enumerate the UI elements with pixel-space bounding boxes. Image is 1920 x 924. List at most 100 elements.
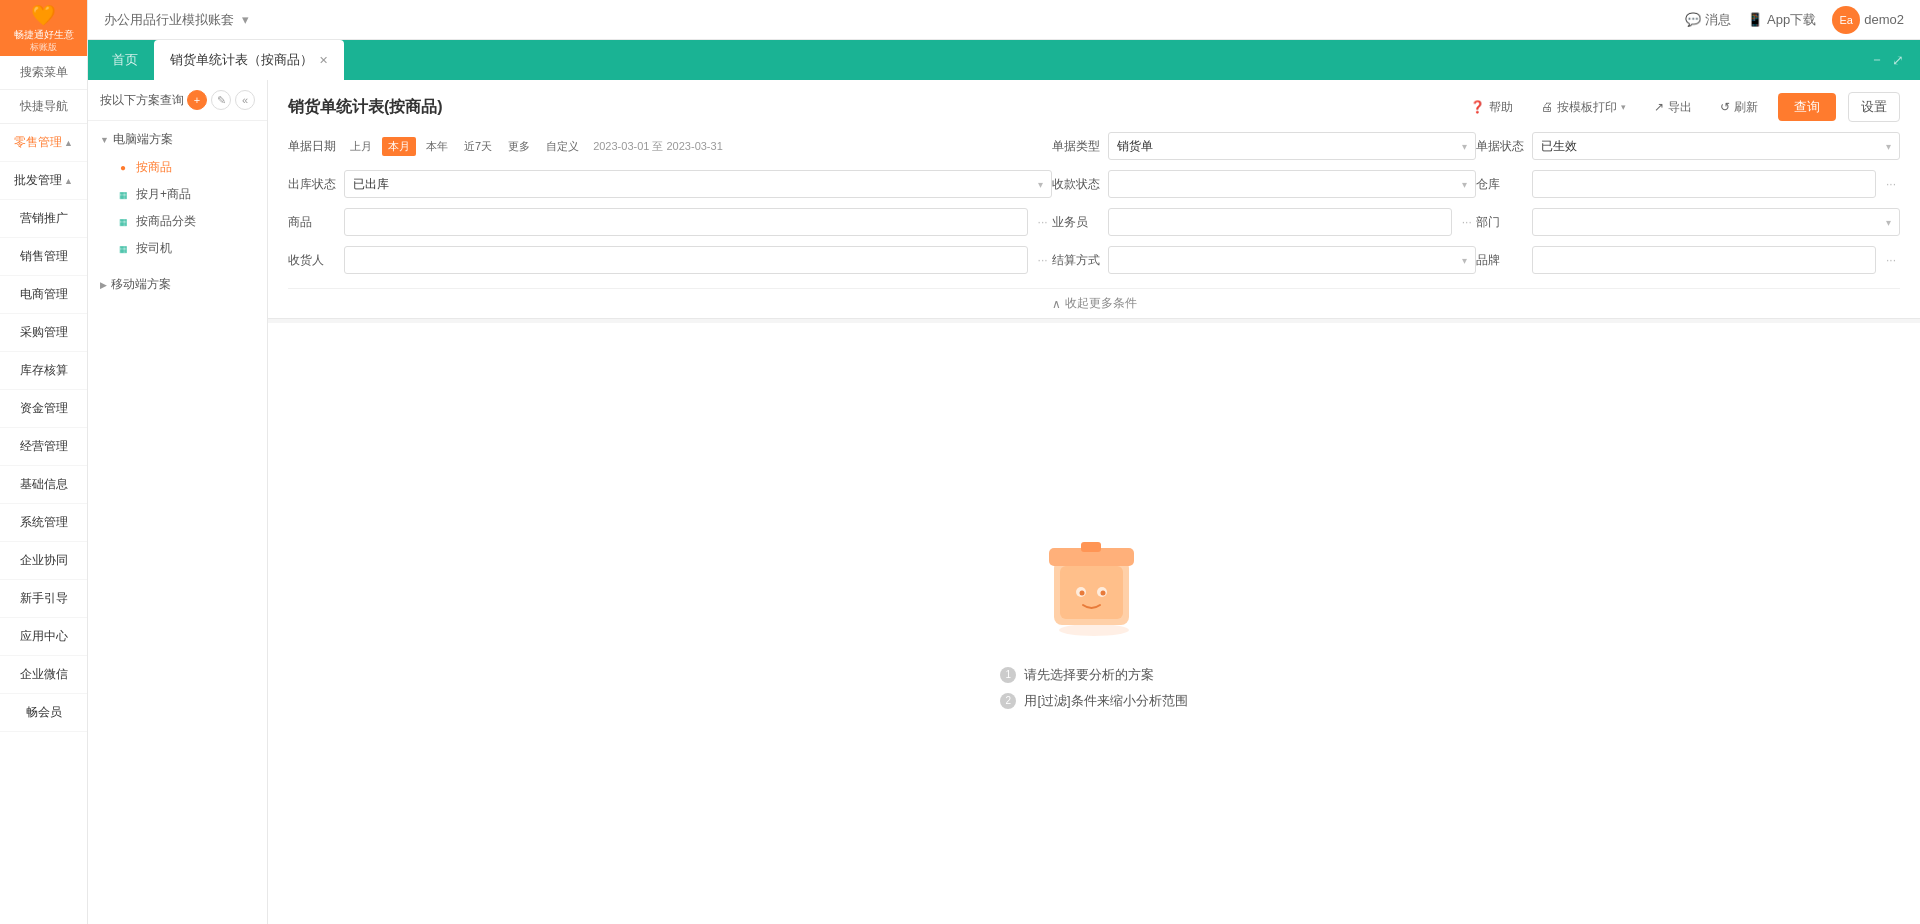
user-avatar: Ea — [1832, 6, 1860, 34]
warehouse-label: 仓库 — [1476, 176, 1526, 193]
sidebar-item-wechat[interactable]: 企业微信 — [0, 656, 87, 694]
print-btn[interactable]: 🖨 按模板打印 ▾ — [1533, 95, 1634, 120]
brand-more-icon[interactable]: ··· — [1882, 253, 1900, 267]
scheme-active-icon: ● — [116, 161, 130, 175]
sidebar-item-wholesale[interactable]: 批发管理 ▲ — [0, 162, 87, 200]
date-btn-custom[interactable]: 自定义 — [540, 137, 585, 156]
main-area: 办公用品行业模拟账套 ▾ 💬 消息 📱 App下载 Ea demo2 首页 — [88, 0, 1920, 924]
sidebar-item-operation[interactable]: 经营管理 — [0, 428, 87, 466]
doc-status-value: 已生效 — [1541, 138, 1577, 155]
date-btn-more[interactable]: 更多 — [502, 137, 536, 156]
filter-row-1: 单据日期 上月 本月 本年 近7天 更多 自定义 20 — [288, 132, 1900, 160]
dept-select[interactable]: ▾ — [1532, 208, 1900, 236]
mobile-section-header[interactable]: ▶ 移动端方案 — [88, 270, 267, 299]
help-btn[interactable]: ❓ 帮助 — [1462, 95, 1521, 120]
sidebar-item-finance[interactable]: 资金管理 — [0, 390, 87, 428]
print-label: 按模板打印 — [1557, 99, 1617, 116]
settlement-select[interactable]: ▾ — [1108, 246, 1476, 274]
settings-btn[interactable]: 设置 — [1848, 92, 1900, 122]
sidebar-item-marketing[interactable]: 营销推广 — [0, 200, 87, 238]
salesperson-input[interactable] — [1108, 208, 1452, 236]
tab-minimize-icon[interactable]: － — [1870, 51, 1884, 69]
doc-type-value: 销货单 — [1117, 138, 1153, 155]
sidebar-item-sales[interactable]: 销售管理 — [0, 238, 87, 276]
query-btn[interactable]: 查询 — [1778, 93, 1836, 121]
content-area: 按以下方案查询 + ✎ « ▼ 电脑端方案 ● 按商品 — [88, 80, 1920, 924]
filter-warehouse: 仓库 ··· — [1476, 170, 1900, 198]
sidebar-item-purchase[interactable]: 采购管理 — [0, 314, 87, 352]
sidebar-item-inventory[interactable]: 库存核算 — [0, 352, 87, 390]
svg-rect-8 — [1081, 542, 1101, 552]
scheme-by-month-product-label: 按月+商品 — [136, 186, 191, 203]
filter-salesperson: 业务员 ··· — [1052, 208, 1476, 236]
warehouse-input[interactable] — [1532, 170, 1876, 198]
app-logo[interactable]: 🧡 畅捷通好生意 标账版 — [0, 0, 88, 56]
quick-nav[interactable]: 快捷导航 — [0, 90, 87, 124]
desktop-section-header[interactable]: ▼ 电脑端方案 — [88, 125, 267, 154]
collapse-panel-btn[interactable]: « — [235, 90, 255, 110]
tab-maximize-icon[interactable]: ⤢ — [1892, 52, 1904, 68]
scheme-by-product[interactable]: ● 按商品 — [116, 154, 267, 181]
sidebar-item-ecom[interactable]: 电商管理 — [0, 276, 87, 314]
date-btn-this-year[interactable]: 本年 — [420, 137, 454, 156]
sidebar-item-appcenter[interactable]: 应用中心 — [0, 618, 87, 656]
left-panel: 按以下方案查询 + ✎ « ▼ 电脑端方案 ● 按商品 — [88, 80, 268, 924]
user-menu[interactable]: Ea demo2 — [1832, 6, 1904, 34]
tab-sales-stat[interactable]: 销货单统计表（按商品） ✕ — [154, 40, 344, 80]
doc-status-select[interactable]: 已生效 ▾ — [1532, 132, 1900, 160]
filter-row-2: 出库状态 已出库 ▾ 收款状态 ▾ — [288, 170, 1900, 198]
add-scheme-btn[interactable]: + — [187, 90, 207, 110]
sidebar-item-retail[interactable]: 零售管理 ▲ — [0, 124, 87, 162]
sidebar-item-basic[interactable]: 基础信息 — [0, 466, 87, 504]
filter-settlement: 结算方式 ▾ — [1052, 246, 1476, 274]
tab-close-icon[interactable]: ✕ — [319, 54, 328, 67]
scheme-by-cashier[interactable]: ▦ 按司机 — [116, 235, 267, 262]
sidebar-item-ecom-label: 电商管理 — [20, 287, 68, 301]
help-icon: ❓ — [1470, 100, 1485, 114]
date-btn-last-month[interactable]: 上月 — [344, 137, 378, 156]
consignee-more-icon[interactable]: ··· — [1034, 253, 1052, 267]
app-download-icon: 📱 — [1747, 12, 1763, 27]
sidebar-item-system[interactable]: 系统管理 — [0, 504, 87, 542]
brand-label: 品牌 — [1476, 252, 1526, 269]
app-download-btn[interactable]: 📱 App下载 — [1747, 11, 1816, 29]
warehouse-more-icon[interactable]: ··· — [1882, 177, 1900, 191]
scheme-by-month-product[interactable]: ▦ 按月+商品 — [116, 181, 267, 208]
search-menu[interactable]: 搜索菜单 — [0, 56, 87, 90]
step-2-num: 2 — [1000, 693, 1016, 709]
refresh-label: 刷新 — [1734, 99, 1758, 116]
collapse-row[interactable]: ∧ 收起更多条件 — [288, 288, 1900, 318]
svg-point-0 — [1059, 624, 1129, 636]
sidebar-item-member[interactable]: 畅会员 — [0, 694, 87, 732]
edit-scheme-btn[interactable]: ✎ — [211, 90, 231, 110]
scheme-by-category[interactable]: ▦ 按商品分类 — [116, 208, 267, 235]
sidebar-item-member-label: 畅会员 — [26, 705, 62, 719]
sidebar-item-marketing-label: 营销推广 — [20, 211, 68, 225]
logo-sub: 标账版 — [30, 41, 57, 54]
industry-dropdown-icon[interactable]: ▾ — [242, 12, 249, 27]
salesperson-more-icon[interactable]: ··· — [1458, 215, 1476, 229]
payment-status-select[interactable]: ▾ — [1108, 170, 1476, 198]
empty-step-1: 1 请先选择要分析的方案 — [1000, 666, 1187, 684]
message-btn[interactable]: 💬 消息 — [1685, 11, 1731, 29]
brand-input[interactable] — [1532, 246, 1876, 274]
product-input[interactable] — [344, 208, 1028, 236]
product-more-icon[interactable]: ··· — [1034, 215, 1052, 229]
sidebar-item-inventory-label: 库存核算 — [20, 363, 68, 377]
page-title: 销货单统计表(按商品) — [288, 97, 443, 118]
consignee-input[interactable] — [344, 246, 1028, 274]
date-btn-7days[interactable]: 近7天 — [458, 137, 498, 156]
doc-type-label: 单据类型 — [1052, 138, 1102, 155]
doc-type-select[interactable]: 销货单 ▾ — [1108, 132, 1476, 160]
tab-home[interactable]: 首页 — [96, 40, 154, 80]
export-btn[interactable]: ↗ 导出 — [1646, 95, 1700, 120]
out-status-select[interactable]: 已出库 ▾ — [344, 170, 1052, 198]
refresh-btn[interactable]: ↺ 刷新 — [1712, 95, 1766, 120]
user-avatar-text: Ea — [1840, 14, 1853, 26]
date-btn-this-month[interactable]: 本月 — [382, 137, 416, 156]
user-label: demo2 — [1864, 12, 1904, 27]
mobile-section-label: 移动端方案 — [111, 276, 171, 293]
sidebar-item-enterprise[interactable]: 企业协同 — [0, 542, 87, 580]
empty-illustration — [1034, 530, 1154, 650]
sidebar-item-newbie[interactable]: 新手引导 — [0, 580, 87, 618]
